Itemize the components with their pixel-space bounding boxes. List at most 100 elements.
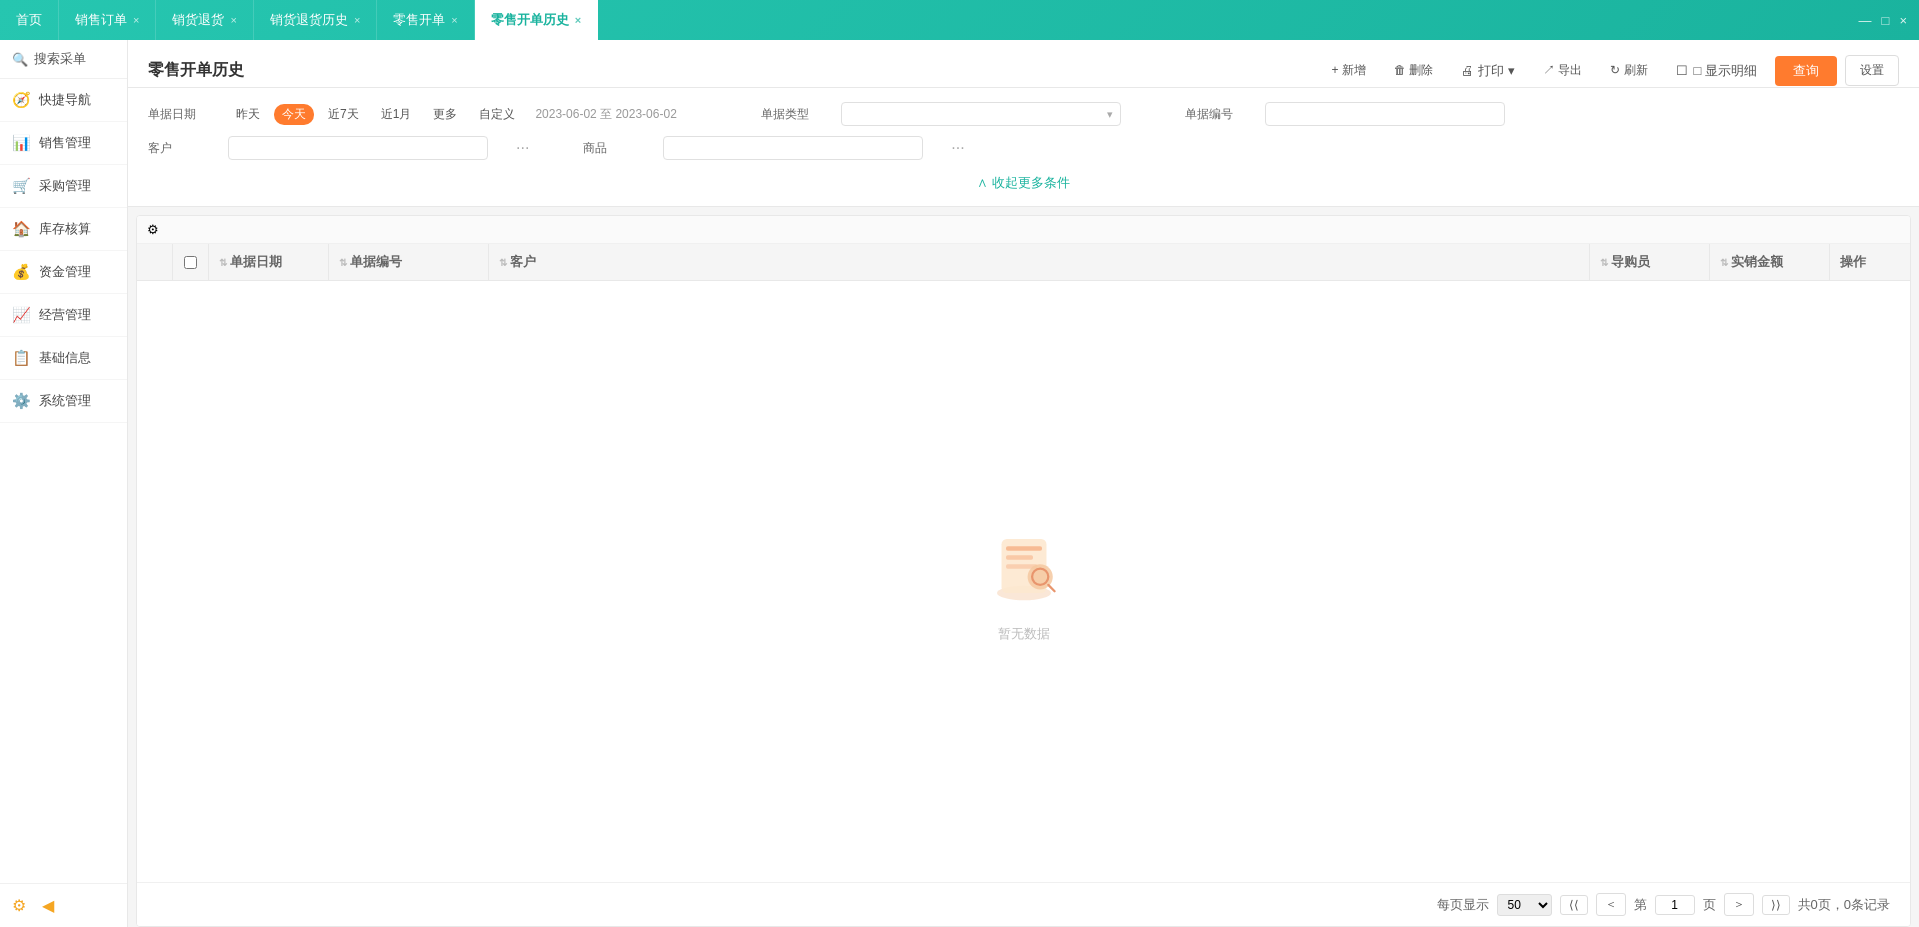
pager-next-button[interactable]: ＞	[1724, 893, 1754, 916]
pager-last-button[interactable]: ⟩⟩	[1762, 895, 1790, 915]
operations-icon: 📈	[12, 306, 31, 324]
tab-sales-order[interactable]: 销售订单 ×	[59, 0, 156, 40]
sidebar-item-label: 销售管理	[39, 134, 91, 152]
date-more[interactable]: 更多	[425, 104, 465, 125]
sidebar-item-quick-nav[interactable]: 🧭 快捷导航	[0, 79, 127, 122]
display-detail-button[interactable]: ☐ □ 显示明细	[1666, 57, 1767, 85]
search-icon: 🔍	[12, 52, 28, 67]
page-title: 零售开单历史	[148, 60, 244, 81]
add-button[interactable]: + 新增	[1322, 57, 1376, 84]
sidebar-item-operations[interactable]: 📈 经营管理	[0, 294, 127, 337]
delete-button[interactable]: 🗑 删除	[1384, 57, 1443, 84]
type-filter-label: 单据类型	[761, 106, 817, 123]
th-op: 操作	[1830, 244, 1910, 280]
tab-sales-return-history[interactable]: 销货退货历史 ×	[254, 0, 377, 40]
window-max-button[interactable]: □	[1882, 13, 1890, 28]
date-last7[interactable]: 近7天	[320, 104, 367, 125]
table-toolbar: ⚙	[137, 216, 1910, 244]
type-select[interactable]	[841, 102, 1121, 126]
sidebar-search[interactable]: 🔍 搜索采单	[0, 40, 127, 79]
sidebar-item-system-mgmt[interactable]: ⚙️ 系统管理	[0, 380, 127, 423]
date-today[interactable]: 今天	[274, 104, 314, 125]
tab-retail-open-history[interactable]: 零售开单历史 ×	[475, 0, 598, 40]
empty-icon	[979, 521, 1069, 611]
table-settings-icon[interactable]: ⚙	[147, 222, 159, 237]
date-range-display: 2023-06-02 至 2023-06-02	[535, 106, 676, 123]
tab-retail-open[interactable]: 零售开单 ×	[377, 0, 474, 40]
sort-icon: ⇅	[1600, 257, 1608, 268]
content-area: 零售开单历史 + 新增 🗑 删除 🖨 打印 ▾ ↗ 导出 ↻ 刷新 ☐ □ 显示…	[128, 40, 1919, 927]
per-page-label: 每页显示	[1437, 896, 1489, 914]
sort-icon: ⇅	[499, 257, 507, 268]
main-layout: 🔍 搜索采单 🧭 快捷导航 📊 销售管理 🛒 采购管理 🏠 库存核算 💰 资金管…	[0, 40, 1919, 927]
per-page-select[interactable]: 50 10 20 100	[1497, 894, 1552, 916]
sidebar: 🔍 搜索采单 🧭 快捷导航 📊 销售管理 🛒 采购管理 🏠 库存核算 💰 资金管…	[0, 40, 128, 927]
pager-prev-button[interactable]: ＜	[1596, 893, 1626, 916]
sidebar-item-label: 资金管理	[39, 263, 91, 281]
sidebar-collapse-button[interactable]: ◀	[42, 896, 54, 915]
no-input[interactable]	[1265, 102, 1505, 126]
filter-row-1: 单据日期 昨天 今天 近7天 近1月 更多 自定义 2023-06-02 至 2…	[148, 102, 1899, 126]
refresh-button[interactable]: ↻ 刷新	[1600, 57, 1657, 84]
tab-close-retail-open[interactable]: ×	[451, 14, 457, 26]
purchase-mgmt-icon: 🛒	[12, 177, 31, 195]
collapse-bar[interactable]: ∧ 收起更多条件	[148, 170, 1899, 192]
sidebar-item-purchase-mgmt[interactable]: 🛒 采购管理	[0, 165, 127, 208]
sidebar-item-inventory[interactable]: 🏠 库存核算	[0, 208, 127, 251]
sidebar-item-label: 基础信息	[39, 349, 91, 367]
customer-input[interactable]	[228, 136, 488, 160]
th-guide[interactable]: ⇅ 导购员	[1590, 244, 1710, 280]
pager-first-button[interactable]: ⟨⟨	[1560, 895, 1588, 915]
print-button[interactable]: 🖨 打印 ▾	[1451, 57, 1525, 85]
tab-close-sales-return[interactable]: ×	[230, 14, 236, 26]
th-amount[interactable]: ⇅ 实销金额	[1710, 244, 1830, 280]
query-button[interactable]: 查询	[1775, 56, 1837, 86]
system-mgmt-icon: ⚙️	[12, 392, 31, 410]
tab-home[interactable]: 首页	[0, 0, 59, 40]
tab-close-sales-return-history[interactable]: ×	[354, 14, 360, 26]
settings-button[interactable]: 设置	[1845, 55, 1899, 86]
sidebar-settings-button[interactable]: ⚙	[12, 896, 26, 915]
quick-nav-icon: 🧭	[12, 91, 31, 109]
sidebar-search-label: 搜索采单	[34, 50, 86, 68]
date-custom[interactable]: 自定义	[471, 104, 523, 125]
page-label: 第	[1634, 896, 1647, 914]
th-date[interactable]: ⇅ 单据日期	[209, 244, 329, 280]
goods-input[interactable]	[663, 136, 923, 160]
sidebar-item-finance[interactable]: 💰 资金管理	[0, 251, 127, 294]
inventory-icon: 🏠	[12, 220, 31, 238]
th-no[interactable]: ⇅ 单据编号	[329, 244, 489, 280]
svg-rect-3	[1006, 555, 1033, 560]
sidebar-item-label: 库存核算	[39, 220, 91, 238]
date-last-month[interactable]: 近1月	[373, 104, 420, 125]
total-label: 共0页，0条记录	[1798, 896, 1890, 914]
window-min-button[interactable]: —	[1859, 13, 1872, 28]
sidebar-item-sales-mgmt[interactable]: 📊 销售管理	[0, 122, 127, 165]
sort-icon: ⇅	[219, 257, 227, 268]
svg-line-7	[1048, 584, 1054, 590]
tab-close-retail-open-history[interactable]: ×	[575, 14, 581, 26]
date-yesterday[interactable]: 昨天	[228, 104, 268, 125]
sort-icon: ⇅	[339, 257, 347, 268]
sales-mgmt-icon: 📊	[12, 134, 31, 152]
table-header: ⇅ 单据日期 ⇅ 单据编号 ⇅ 客户 ⇅ 导购员 ⇅ 实销金额	[137, 244, 1910, 281]
th-checkbox[interactable]	[173, 244, 209, 280]
export-button[interactable]: ↗ 导出	[1533, 57, 1592, 84]
sidebar-bottom: ⚙ ◀	[0, 883, 127, 927]
tab-sales-return[interactable]: 销货退货 ×	[156, 0, 253, 40]
filter-row-2: 客户 ··· 商品 ···	[148, 136, 1899, 160]
tab-close-sales-order[interactable]: ×	[133, 14, 139, 26]
page-input[interactable]	[1655, 895, 1695, 915]
empty-state: 暂无数据	[137, 281, 1910, 882]
sidebar-item-label: 系统管理	[39, 392, 91, 410]
th-customer[interactable]: ⇅ 客户	[489, 244, 1590, 280]
date-filter-label: 单据日期	[148, 106, 204, 123]
select-all-checkbox[interactable]	[184, 256, 197, 269]
checkbox-icon: ☐	[1676, 63, 1688, 78]
goods-more-icon[interactable]: ···	[951, 139, 964, 157]
window-close-button[interactable]: ×	[1899, 13, 1907, 28]
customer-more-icon[interactable]: ···	[516, 139, 529, 157]
sidebar-item-basic-info[interactable]: 📋 基础信息	[0, 337, 127, 380]
sidebar-item-label: 经营管理	[39, 306, 91, 324]
top-bar: 首页 销售订单 × 销货退货 × 销货退货历史 × 零售开单 × 零售开单历史 …	[0, 0, 1919, 40]
